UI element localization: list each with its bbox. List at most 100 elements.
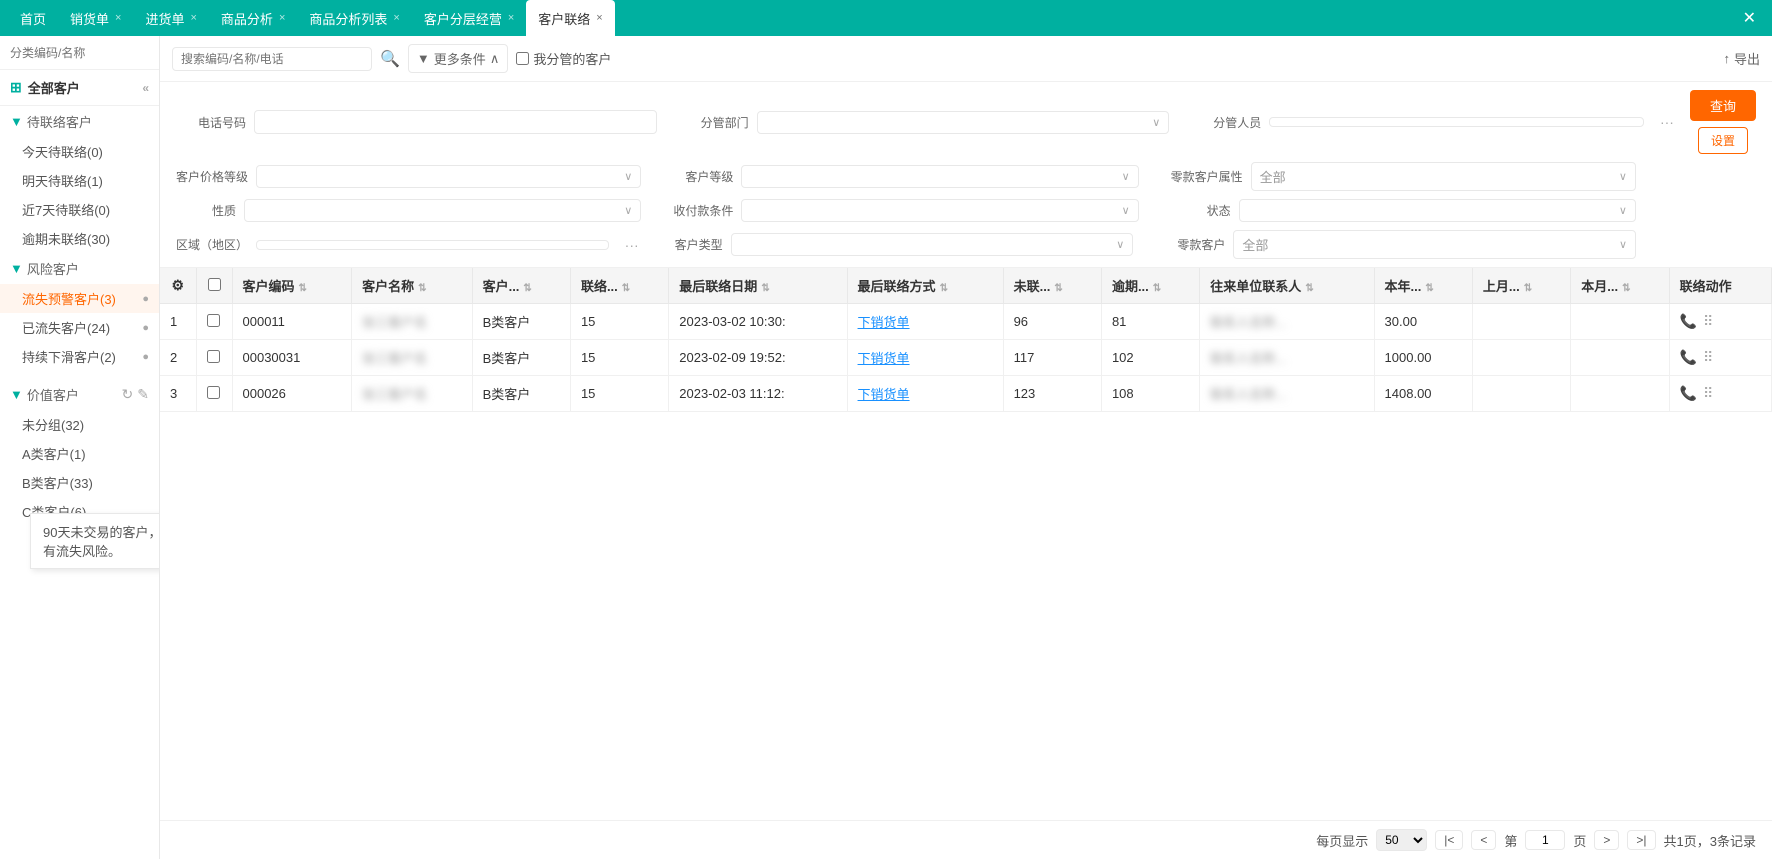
sidebar-group-pending[interactable]: ▼ 待联络客户: [0, 106, 159, 137]
sidebar-all-customers[interactable]: ⊞ 全部客户 «: [0, 70, 159, 106]
page-suffix: 页: [1573, 831, 1586, 850]
tab-close-icon[interactable]: ×: [393, 12, 399, 24]
sort-icon-code[interactable]: ⇅: [299, 283, 307, 294]
phone-input[interactable]: [254, 110, 657, 134]
customer-type-select[interactable]: ∨: [731, 233, 1134, 256]
first-page-button[interactable]: |<: [1435, 830, 1463, 850]
filter-payment: 收付款条件 ∨: [673, 199, 1138, 222]
customer-level-select[interactable]: ∨: [741, 165, 1138, 188]
sidebar-item-at-risk[interactable]: 流失预警客户(3) ●: [0, 284, 159, 313]
export-button[interactable]: ↑ 导出: [1723, 49, 1760, 68]
edit-icon[interactable]: ✎: [137, 386, 149, 403]
table-settings-icon[interactable]: ⚙: [171, 277, 184, 293]
select-all-checkbox[interactable]: [208, 278, 221, 291]
sort-icon-tm[interactable]: ⇅: [1622, 283, 1630, 294]
contact-icon[interactable]: 📞: [1680, 349, 1697, 366]
chevron-down-clevel: ∨: [1122, 170, 1130, 183]
my-customers-checkbox[interactable]: [516, 52, 529, 65]
sidebar-group-value[interactable]: ▼ 价值客户 ↻ ✎: [0, 379, 159, 410]
sidebar-item-tomorrow[interactable]: 明天待联络(1): [0, 166, 159, 195]
sidebar-item-overdue[interactable]: 逾期未联络(30): [0, 224, 159, 253]
th-last-method-label: 最后联络方式: [858, 279, 936, 294]
sidebar-item-ungrouped[interactable]: 未分组(32): [0, 410, 159, 439]
sort-icon-name[interactable]: ⇅: [418, 283, 426, 294]
zero-customer-select[interactable]: 全部 ∨: [1233, 230, 1636, 259]
next-page-button[interactable]: >: [1594, 830, 1619, 850]
cell-checkbox[interactable]: [196, 376, 232, 412]
sidebar-item-declining[interactable]: 持续下滑客户(2) ●: [0, 342, 159, 371]
search-button[interactable]: 🔍: [380, 49, 400, 69]
contact-icon[interactable]: 📞: [1680, 313, 1697, 330]
more-actions-icon[interactable]: ⠿: [1703, 313, 1713, 330]
contact-icon[interactable]: 📞: [1680, 385, 1697, 402]
more-button-manager[interactable]: ···: [1652, 114, 1682, 130]
cell-checkbox[interactable]: [196, 304, 232, 340]
row-checkbox[interactable]: [207, 386, 220, 399]
price-level-select[interactable]: ∨: [256, 165, 641, 188]
nav-tab-客户分层经营[interactable]: 客户分层经营×: [412, 0, 526, 36]
th-uncontacted-label: 未联...: [1014, 279, 1051, 294]
sidebar-item-7days[interactable]: 近7天待联络(0): [0, 195, 159, 224]
dept-select[interactable]: ∨: [757, 111, 1170, 134]
cell-code: 00030031: [232, 340, 352, 376]
sidebar-item-b-class[interactable]: B类客户(33): [0, 468, 159, 497]
tab-close-icon[interactable]: ×: [115, 12, 121, 24]
nav-tab-商品分析[interactable]: 商品分析×: [209, 0, 297, 36]
last-page-button[interactable]: >|: [1627, 830, 1655, 850]
sidebar-group-risk[interactable]: ▼ 风险客户: [0, 253, 159, 284]
last-method-link[interactable]: 下销货单: [858, 315, 910, 330]
last-method-link[interactable]: 下销货单: [858, 387, 910, 402]
th-settings[interactable]: ⚙: [160, 268, 196, 304]
zero-attr-select[interactable]: 全部 ∨: [1251, 162, 1636, 191]
th-checkbox[interactable]: [196, 268, 232, 304]
cell-checkbox[interactable]: [196, 340, 232, 376]
th-name-label: 客户名称: [362, 279, 414, 294]
sidebar-item-a-class[interactable]: A类客户(1): [0, 439, 159, 468]
nature-select[interactable]: ∨: [244, 199, 641, 222]
more-actions-icon[interactable]: ⠿: [1703, 385, 1713, 402]
nav-tab-商品分析列表[interactable]: 商品分析列表×: [297, 0, 411, 36]
per-page-select[interactable]: 50 100 200: [1376, 829, 1427, 851]
table-body: 1 000011 张三客户名 B类客户 15 2023-03-02 10:30:…: [160, 304, 1772, 412]
sort-icon-lm[interactable]: ⇅: [1524, 283, 1532, 294]
sidebar-search-input[interactable]: [10, 46, 160, 60]
tab-close-icon[interactable]: ×: [596, 12, 602, 24]
refresh-icon[interactable]: ↻: [122, 386, 134, 403]
nav-tab-销货单[interactable]: 销货单×: [58, 0, 133, 36]
area-select[interactable]: [256, 240, 609, 250]
payment-select[interactable]: ∨: [741, 199, 1138, 222]
query-button[interactable]: 查询: [1690, 90, 1756, 121]
prev-page-button[interactable]: <: [1471, 830, 1496, 850]
row-checkbox[interactable]: [207, 314, 220, 327]
my-customers-checkbox-label[interactable]: 我分管的客户: [516, 49, 611, 68]
sort-icon-overdue[interactable]: ⇅: [1153, 283, 1161, 294]
sidebar-item-lost[interactable]: 已流失客户(24) ●: [0, 313, 159, 342]
page-input[interactable]: [1525, 830, 1565, 850]
more-actions-icon[interactable]: ⠿: [1703, 349, 1713, 366]
sort-icon-ty[interactable]: ⇅: [1425, 283, 1433, 294]
sort-icon-contact[interactable]: ⇅: [622, 283, 630, 294]
nav-tab-客户联络[interactable]: 客户联络×: [526, 0, 614, 36]
window-close-button[interactable]: ✕: [1735, 8, 1764, 28]
sidebar-item-today[interactable]: 今天待联络(0): [0, 137, 159, 166]
cell-overdue: 81: [1101, 304, 1199, 340]
tab-close-icon[interactable]: ×: [508, 12, 514, 24]
nav-home[interactable]: 首页: [8, 0, 58, 36]
search-input[interactable]: [172, 47, 372, 71]
more-conditions-button[interactable]: ▼ 更多条件 ∧: [408, 44, 508, 73]
manager-select[interactable]: [1269, 117, 1644, 127]
tab-close-icon[interactable]: ×: [279, 12, 285, 24]
sort-icon-unc[interactable]: ⇅: [1054, 283, 1062, 294]
sort-icon-lastdate[interactable]: ⇅: [761, 283, 769, 294]
sort-icon-uc[interactable]: ⇅: [1305, 283, 1313, 294]
content-area: 🔍 ▼ 更多条件 ∧ 我分管的客户 ↑ 导出 电话号码: [160, 36, 1772, 859]
sort-icon-ctype[interactable]: ⇅: [523, 283, 531, 294]
sort-icon-lastmethod[interactable]: ⇅: [940, 283, 948, 294]
status-select[interactable]: ∨: [1239, 199, 1636, 222]
last-method-link[interactable]: 下销货单: [858, 351, 910, 366]
row-checkbox[interactable]: [207, 350, 220, 363]
tab-close-icon[interactable]: ×: [190, 12, 196, 24]
more-button-area[interactable]: ···: [617, 237, 647, 253]
nav-tab-进货单[interactable]: 进货单×: [133, 0, 208, 36]
settings-button[interactable]: 设置: [1698, 127, 1748, 154]
